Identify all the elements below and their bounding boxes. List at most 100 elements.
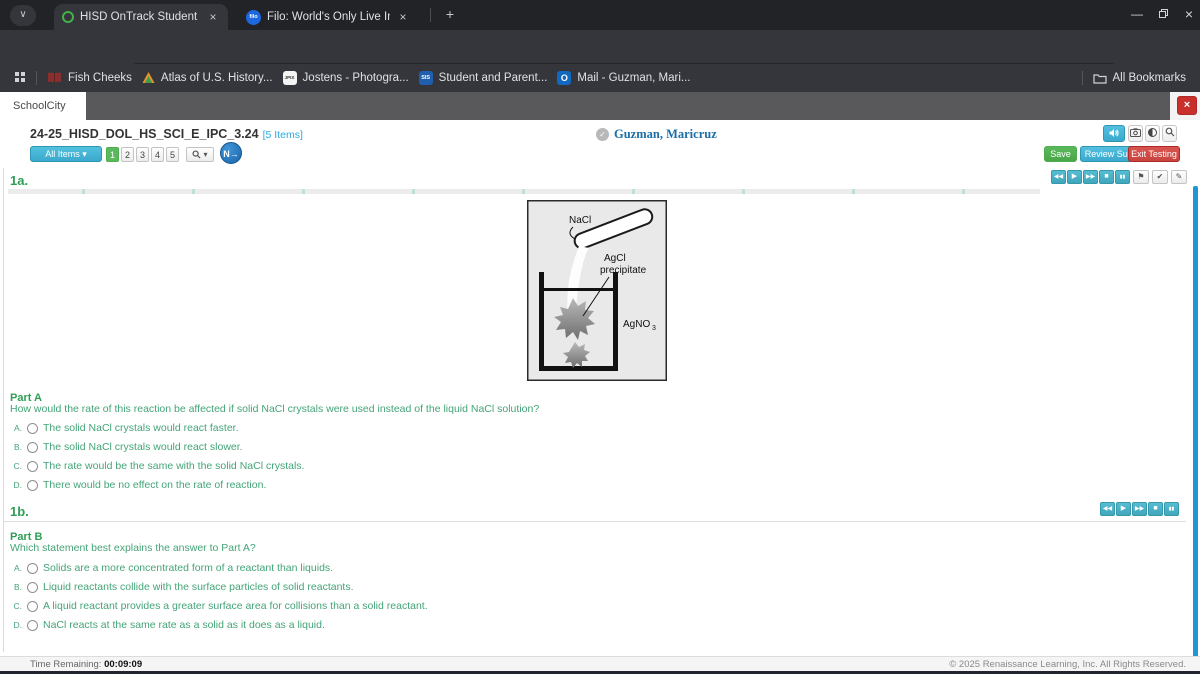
bookmark-label: Jostens - Photogra... — [302, 72, 409, 84]
play-button[interactable]: ▶ — [1116, 502, 1131, 516]
bookmark-sis[interactable]: SIS Student and Parent... — [418, 71, 547, 85]
folder-icon — [1092, 73, 1107, 84]
part-b-question: Which statement best explains the answer… — [10, 542, 256, 554]
outlook-icon: O — [557, 71, 572, 85]
contrast-button[interactable] — [1145, 125, 1160, 142]
option-letter: B. — [13, 442, 22, 452]
page-button-4[interactable]: 4 — [151, 147, 164, 162]
bookmark-jostens[interactable]: JPIX Jostens - Photogra... — [282, 71, 409, 85]
ontrack-favicon-icon — [62, 11, 74, 23]
panel-close-button[interactable]: × — [1177, 96, 1197, 115]
next-question-button[interactable]: N→ — [220, 142, 242, 164]
option-letter: D. — [13, 480, 23, 490]
bookmark-fish-cheeks[interactable]: Fish Cheeks — [47, 72, 132, 84]
radio-1a-c[interactable] — [27, 460, 38, 472]
rewind-button[interactable]: ◀◀ — [1100, 502, 1115, 516]
option-text: Liquid reactants collide with the surfac… — [43, 581, 354, 593]
all-bookmarks-label: All Bookmarks — [1112, 72, 1187, 84]
question-search-button[interactable]: ▾ — [186, 147, 214, 162]
pause-button[interactable]: ▮▮ — [1164, 502, 1179, 516]
page-button-2[interactable]: 2 — [121, 147, 134, 162]
radio-1b-c[interactable] — [27, 600, 38, 612]
answer-eliminator-button[interactable]: ✔ — [1152, 170, 1168, 184]
new-tab-button[interactable]: + — [440, 5, 460, 25]
tab-separator — [430, 8, 431, 22]
question-panel-border — [3, 168, 4, 652]
option-row-1b-c: C. A liquid reactant provides a greater … — [12, 600, 428, 612]
notes-button[interactable]: ✎ — [1171, 170, 1187, 184]
bookmark-atlas[interactable]: Atlas of U.S. History... — [142, 72, 273, 84]
fast-forward-button[interactable]: ▶▶ — [1083, 170, 1098, 184]
student-check-icon: ✓ — [596, 128, 609, 141]
caret-down-icon: ▾ — [203, 150, 208, 159]
chevron-down-icon: ∨ — [19, 9, 27, 20]
time-remaining: Time Remaining: 00:09:09 — [30, 659, 143, 670]
section-divider — [3, 521, 1186, 522]
browser-tab-inactive[interactable]: filo Filo: World's Only Live Instant T × — [238, 4, 418, 30]
schoolcity-panel-tab[interactable]: SchoolCity — [0, 92, 86, 120]
page-scrollbar[interactable] — [1193, 186, 1198, 659]
label-agno3-sub: 3 — [652, 325, 656, 332]
close-tab-icon[interactable]: × — [396, 10, 410, 24]
question-1b-number: 1b. — [10, 504, 29, 519]
tab-search-button[interactable]: ∨ — [10, 5, 36, 26]
bookmark-label: Atlas of U.S. History... — [160, 72, 273, 84]
filo-favicon-icon: filo — [246, 9, 261, 25]
tab-title: HISD OnTrack Student | Renais — [80, 11, 200, 23]
all-bookmarks-button[interactable]: All Bookmarks — [1092, 72, 1187, 84]
option-letter: D. — [13, 620, 23, 630]
fast-forward-button[interactable]: ▶▶ — [1132, 502, 1147, 516]
student-identity: ✓ Guzman, Maricruz — [596, 127, 717, 142]
question-1a-toolbar: ◀◀ ▶ ▶▶ ■ ▮▮ ⚑ ✔ ✎ — [1051, 170, 1187, 184]
time-value: 00:09:09 — [104, 659, 143, 670]
radio-1a-a[interactable] — [27, 422, 38, 434]
test-title: 24-25_HISD_DOL_HS_SCI_E_IPC_3.24 [5 Items… — [30, 127, 303, 141]
window-close-button[interactable]: × — [1174, 0, 1200, 28]
screen: ∨ HISD OnTrack Student | Renais × filo F… — [0, 0, 1200, 674]
stop-button[interactable]: ■ — [1148, 502, 1163, 516]
exit-testing-button[interactable]: Exit Testing — [1128, 146, 1180, 162]
rewind-button[interactable]: ◀◀ — [1051, 170, 1066, 184]
page-button-3[interactable]: 3 — [136, 147, 149, 162]
bookmarks-separator — [1081, 71, 1083, 85]
option-letter: C. — [13, 461, 23, 471]
radio-1b-a[interactable] — [27, 562, 38, 574]
option-row-1a-c: C. The rate would be the same with the s… — [12, 460, 305, 472]
save-button[interactable]: Save — [1044, 146, 1077, 162]
option-letter: A. — [13, 563, 22, 573]
screenshot-tool-button[interactable] — [1128, 125, 1143, 142]
search-icon — [192, 150, 201, 159]
magnifier-button[interactable] — [1162, 125, 1177, 142]
option-text: NaCl reacts at the same rate as a solid … — [43, 619, 325, 631]
jpix-icon: JPIX — [282, 71, 297, 85]
items-count-badge[interactable]: [5 Items] — [263, 129, 303, 141]
text-to-speech-button[interactable] — [1103, 125, 1125, 142]
page-button-5[interactable]: 5 — [166, 147, 179, 162]
radio-1a-b[interactable] — [27, 441, 38, 453]
contrast-icon — [1148, 128, 1157, 137]
copyright-text: © 2025 Renaissance Learning, Inc. All Ri… — [949, 659, 1186, 670]
item-filter-dropdown[interactable]: All Items ▾ — [30, 146, 102, 162]
radio-1a-d[interactable] — [27, 479, 38, 491]
page-button-1[interactable]: 1 — [106, 147, 119, 162]
option-row-1a-b: B. The solid NaCl crystals would react s… — [12, 441, 243, 453]
browser-tab-active[interactable]: HISD OnTrack Student | Renais × — [54, 4, 228, 30]
option-text: There would be no effect on the rate of … — [43, 479, 267, 491]
play-button[interactable]: ▶ — [1067, 170, 1082, 184]
tab-title: Filo: World's Only Live Instant T — [267, 11, 390, 23]
option-text: The solid NaCl crystals would react fast… — [43, 422, 239, 434]
close-tab-icon[interactable]: × — [206, 10, 220, 24]
pause-button[interactable]: ▮▮ — [1115, 170, 1130, 184]
bookmark-label: Fish Cheeks — [68, 72, 132, 84]
flag-question-button[interactable]: ⚑ — [1133, 170, 1149, 184]
radio-1b-b[interactable] — [27, 581, 38, 593]
option-row-1b-b: B. Liquid reactants collide with the sur… — [12, 581, 354, 593]
stop-button[interactable]: ■ — [1099, 170, 1114, 184]
bookmark-mail[interactable]: O Mail - Guzman, Mari... — [557, 71, 690, 85]
question-1a-number: 1a. — [10, 173, 29, 188]
restore-icon — [1158, 9, 1168, 18]
question-stem-clipped-text — [8, 189, 1040, 194]
radio-1b-d[interactable] — [27, 619, 38, 631]
option-text: The rate would be the same with the soli… — [43, 460, 305, 472]
apps-grid-icon[interactable] — [14, 71, 26, 86]
